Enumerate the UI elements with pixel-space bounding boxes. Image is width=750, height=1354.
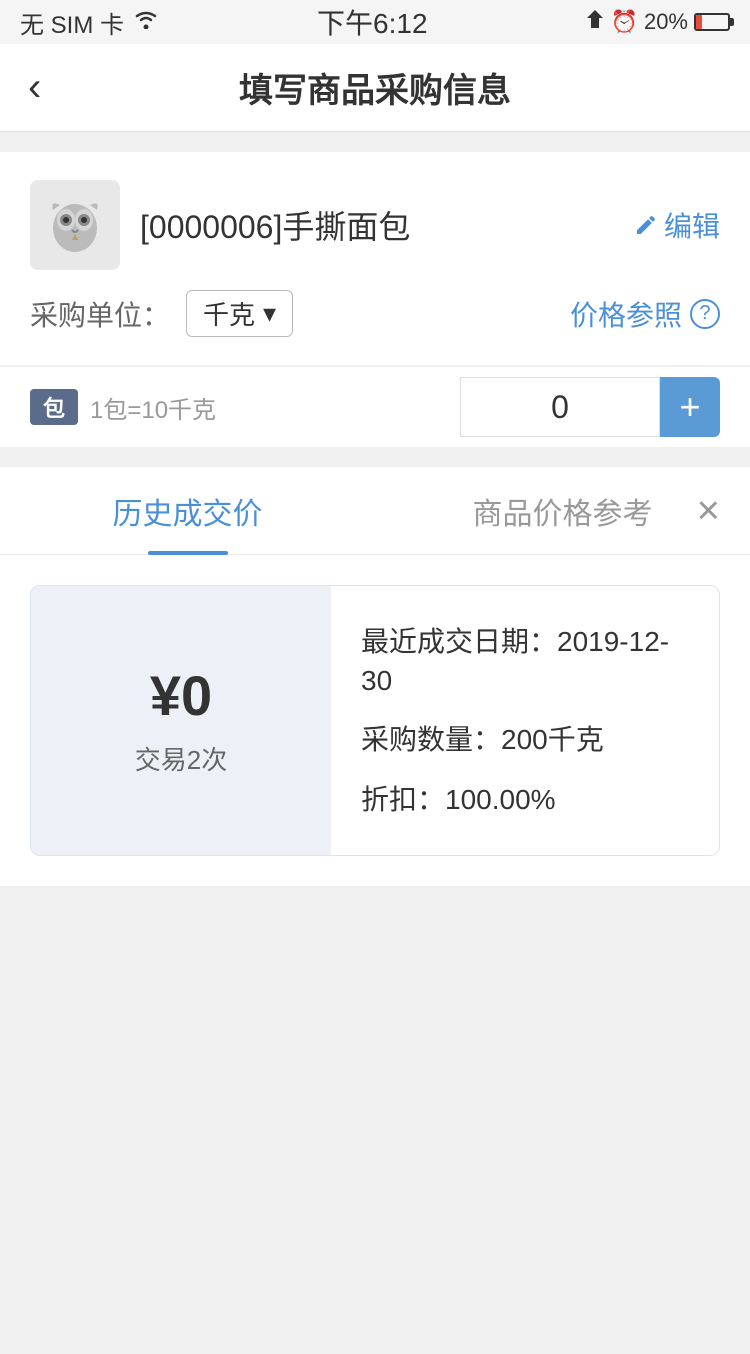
carrier-text: 无 SIM 卡 bbox=[20, 5, 124, 40]
edit-button[interactable]: 编辑 bbox=[634, 205, 720, 245]
unit-value: 千克 bbox=[203, 295, 255, 332]
price-detail-date: 最近成交日期：2019-12-30 bbox=[361, 622, 689, 700]
edit-label: 编辑 bbox=[664, 205, 720, 245]
battery-percent: 20% bbox=[644, 9, 688, 35]
quantity-plus-button[interactable]: + bbox=[660, 377, 720, 437]
status-time: 下午6:12 bbox=[317, 2, 428, 42]
unit-box-label: 包 bbox=[43, 391, 65, 423]
price-card: ¥0 交易2次 最近成交日期：2019-12-30 采购数量：200千克 折扣：… bbox=[30, 585, 720, 856]
tab-underline bbox=[148, 551, 228, 555]
product-card: [0000006]手撕面包 编辑 采购单位： 千克 ▾ 价格参照 ? bbox=[0, 152, 750, 365]
tab2-label: 商品价格参考 bbox=[473, 489, 653, 533]
alarm-icon: ⏰ bbox=[611, 9, 638, 35]
tab1-label: 历史成交价 bbox=[113, 489, 263, 533]
nav-bar: ‹ 填写商品采购信息 bbox=[0, 44, 750, 132]
detail-discount-value: 100.00% bbox=[445, 784, 556, 815]
unit-label: 采购单位： bbox=[30, 294, 170, 334]
detail-qty-label: 采购数量： bbox=[361, 724, 501, 755]
main-content: [0000006]手撕面包 编辑 采购单位： 千克 ▾ 价格参照 ? bbox=[0, 152, 750, 1354]
detail-date-label: 最近成交日期： bbox=[361, 626, 557, 657]
unit-section: 采购单位： 千克 ▾ bbox=[30, 290, 293, 337]
product-bottom: 采购单位： 千克 ▾ 价格参照 ? bbox=[30, 290, 720, 337]
price-ref-label: 价格参照 bbox=[570, 294, 682, 334]
unit-conversion: 1包=10千克 bbox=[90, 390, 216, 425]
product-image bbox=[30, 180, 120, 270]
product-name: [0000006]手撕面包 bbox=[140, 202, 410, 248]
price-detail-quantity: 采购数量：200千克 bbox=[361, 720, 689, 759]
battery-icon bbox=[694, 13, 730, 31]
tab-close-button[interactable]: × bbox=[697, 488, 720, 533]
status-right: ⏰ 20% bbox=[585, 8, 730, 36]
detail-discount-label: 折扣： bbox=[361, 784, 445, 815]
status-bar: 无 SIM 卡 下午6:12 ⏰ 20% bbox=[0, 0, 750, 44]
price-section: ¥0 交易2次 最近成交日期：2019-12-30 采购数量：200千克 折扣：… bbox=[0, 555, 750, 886]
back-button[interactable]: ‹ bbox=[28, 65, 41, 110]
price-value: 0 bbox=[181, 664, 212, 727]
status-left: 无 SIM 卡 bbox=[20, 5, 160, 40]
quantity-input[interactable] bbox=[460, 377, 660, 437]
tab-history-price[interactable]: 历史成交价 bbox=[0, 467, 375, 555]
page-title: 填写商品采购信息 bbox=[239, 63, 511, 112]
unit-box-icon: 包 bbox=[30, 389, 78, 425]
help-icon: ? bbox=[690, 299, 720, 329]
unit-dropdown[interactable]: 千克 ▾ bbox=[186, 290, 293, 337]
quantity-input-group: + bbox=[460, 377, 720, 437]
tabs-bar: 历史成交价 商品价格参考 × bbox=[0, 467, 750, 555]
price-right-panel: 最近成交日期：2019-12-30 采购数量：200千克 折扣：100.00% bbox=[331, 586, 719, 855]
dropdown-arrow-icon: ▾ bbox=[263, 298, 276, 329]
quantity-row: 包 1包=10千克 + bbox=[0, 367, 750, 447]
product-top: [0000006]手撕面包 编辑 bbox=[30, 180, 720, 270]
price-detail-discount: 折扣：100.00% bbox=[361, 780, 689, 819]
price-amount: ¥0 bbox=[150, 663, 212, 728]
currency-symbol: ¥ bbox=[150, 664, 181, 727]
location-icon bbox=[585, 8, 605, 36]
price-transactions: 交易2次 bbox=[135, 740, 227, 777]
detail-qty-value: 200千克 bbox=[501, 724, 604, 755]
tab-product-price-ref[interactable]: 商品价格参考 bbox=[375, 467, 750, 555]
product-left: [0000006]手撕面包 bbox=[30, 180, 410, 270]
price-left-panel: ¥0 交易2次 bbox=[31, 586, 331, 855]
wifi-icon bbox=[132, 8, 160, 36]
price-ref-button[interactable]: 价格参照 ? bbox=[570, 294, 720, 334]
quantity-unit: 包 1包=10千克 bbox=[30, 389, 216, 425]
